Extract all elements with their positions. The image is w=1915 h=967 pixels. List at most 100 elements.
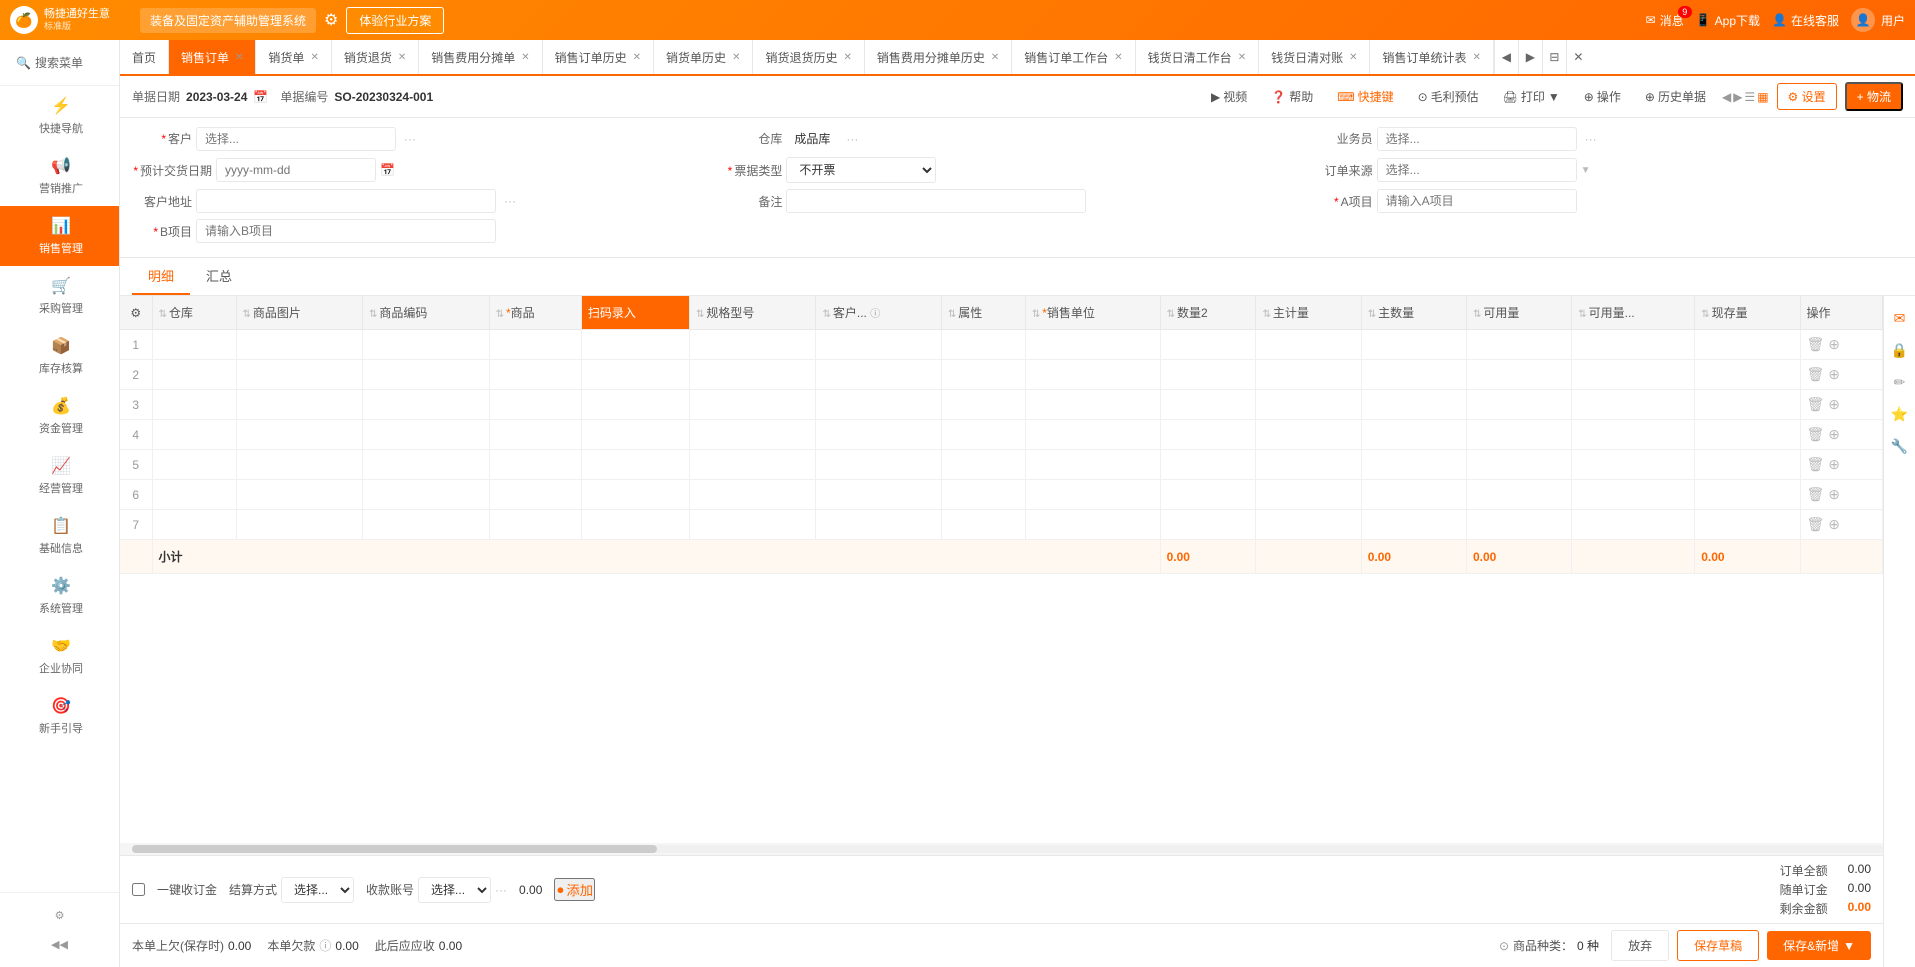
col-warehouse[interactable]: ⇅仓库 bbox=[152, 296, 236, 330]
shortcut-btn[interactable]: ⌨ 快捷键 bbox=[1329, 85, 1401, 108]
user-area[interactable]: 👤 用户 bbox=[1851, 8, 1905, 32]
sidebar-item-marketing[interactable]: 📢 营销推广 bbox=[0, 146, 119, 206]
industry-btn[interactable]: 体验行业方案 bbox=[346, 7, 444, 34]
address-input[interactable] bbox=[196, 189, 496, 213]
save-draft-button[interactable]: 保存草稿 bbox=[1677, 930, 1759, 961]
order-source-input[interactable] bbox=[1377, 158, 1577, 182]
tab-sales-bill[interactable]: 销货单 ✕ bbox=[256, 40, 331, 75]
col-scan[interactable]: 扫码录入 bbox=[581, 296, 689, 330]
horizontal-scrollbar[interactable] bbox=[132, 845, 1883, 853]
sidebar-item-basic[interactable]: 📋 基础信息 bbox=[0, 506, 119, 566]
tab-close-icon[interactable]: ✕ bbox=[991, 52, 999, 63]
payment-method-select[interactable]: 选择... bbox=[281, 877, 354, 903]
tab-close-icon[interactable]: ✕ bbox=[310, 52, 318, 63]
right-panel-tool-btn[interactable]: 🔧 bbox=[1886, 432, 1914, 460]
tab-sales-cost[interactable]: 销售费用分摊单 ✕ bbox=[419, 40, 542, 75]
tab-return-history[interactable]: 销货退货历史 ✕ bbox=[753, 40, 864, 75]
set-button[interactable]: ⚙ 设置 bbox=[1777, 83, 1837, 110]
sidebar-item-operations[interactable]: 📈 经营管理 bbox=[0, 446, 119, 506]
tab-close-icon[interactable]: ✕ bbox=[1238, 52, 1246, 63]
grid-view-icon[interactable]: ▦ bbox=[1757, 90, 1768, 104]
a-project-input[interactable] bbox=[1377, 189, 1577, 213]
delete-icon[interactable]: 🗑 bbox=[1807, 426, 1825, 443]
copy-row-icon[interactable]: ⊕ bbox=[1828, 486, 1840, 503]
col-customer-code[interactable]: ⇅客户... ⓘ bbox=[816, 296, 941, 330]
delete-icon[interactable]: 🗑 bbox=[1807, 396, 1825, 413]
sidebar-item-quick-nav[interactable]: ⚡ 快捷导航 bbox=[0, 86, 119, 146]
copy-row-icon[interactable]: ⊕ bbox=[1828, 336, 1840, 353]
print-btn[interactable]: 🖨 打印 ▼ bbox=[1495, 85, 1568, 108]
col-spec[interactable]: ⇅规格型号 bbox=[689, 296, 816, 330]
customer-dots-icon[interactable]: ··· bbox=[400, 132, 420, 146]
copy-row-icon[interactable]: ⊕ bbox=[1828, 516, 1840, 533]
search-menu-btn[interactable]: 🔍 搜索菜单 bbox=[8, 48, 111, 77]
system-title[interactable]: 装备及固定资产辅助管理系统 bbox=[140, 8, 316, 33]
info-icon[interactable]: ⓘ bbox=[319, 937, 331, 954]
sidebar-item-collab[interactable]: 🤝 企业协同 bbox=[0, 626, 119, 686]
col-qty2[interactable]: ⇅数量2 bbox=[1160, 296, 1256, 330]
one-click-checkbox[interactable] bbox=[132, 883, 145, 896]
delete-icon[interactable]: 🗑 bbox=[1807, 366, 1825, 383]
order-source-chevron-icon[interactable]: ▼ bbox=[1581, 165, 1591, 176]
tab-more-btn[interactable]: ⊟ bbox=[1542, 40, 1566, 75]
tab-close-icon[interactable]: ✕ bbox=[398, 52, 406, 63]
list-view-icon[interactable]: ☰ bbox=[1744, 90, 1755, 104]
gear-icon[interactable]: ⚙ bbox=[324, 10, 338, 30]
online-service-btn[interactable]: 👤 在线客服 bbox=[1772, 12, 1839, 29]
delivery-date-input[interactable] bbox=[216, 158, 376, 182]
prev-record-icon[interactable]: ◀ bbox=[1722, 90, 1731, 104]
add-logistics-button[interactable]: + 物流 bbox=[1845, 82, 1903, 111]
history-btn[interactable]: ⊕ 历史单据 bbox=[1637, 85, 1714, 108]
sidebar-settings-btn[interactable]: ⚙ bbox=[0, 901, 119, 930]
next-record-icon[interactable]: ▶ bbox=[1733, 90, 1742, 104]
help-btn[interactable]: ❓ 帮助 bbox=[1263, 85, 1321, 108]
delete-icon[interactable]: 🗑 bbox=[1807, 486, 1825, 503]
tab-order-stats[interactable]: 销售订单统计表 ✕ bbox=[1370, 40, 1493, 75]
tab-summary[interactable]: 汇总 bbox=[190, 258, 248, 295]
tab-close-icon[interactable]: ✕ bbox=[1473, 52, 1481, 63]
tab-close-all-btn[interactable]: ✕ bbox=[1566, 40, 1590, 75]
col-unit[interactable]: ⇅*销售单位 bbox=[1025, 296, 1160, 330]
account-dots-icon[interactable]: ··· bbox=[495, 883, 507, 897]
tab-close-icon[interactable]: ✕ bbox=[521, 52, 529, 63]
col-available[interactable]: ⇅可用量 bbox=[1466, 296, 1571, 330]
tab-close-icon[interactable]: ✕ bbox=[633, 52, 641, 63]
right-panel-messages-btn[interactable]: ✉ bbox=[1886, 304, 1914, 332]
copy-row-icon[interactable]: ⊕ bbox=[1828, 426, 1840, 443]
calendar-icon[interactable]: 📅 bbox=[253, 90, 268, 104]
tab-close-icon[interactable]: ✕ bbox=[843, 52, 851, 63]
forecast-btn[interactable]: ⊙ 毛利预估 bbox=[1410, 85, 1487, 108]
sidebar-item-system[interactable]: ⚙️ 系统管理 bbox=[0, 566, 119, 626]
tab-sales-order[interactable]: 销售订单 ✕ bbox=[169, 40, 256, 75]
tab-detail[interactable]: 明细 bbox=[132, 258, 190, 295]
col-main-qty[interactable]: ⇅主数量 bbox=[1361, 296, 1466, 330]
col-stock[interactable]: ⇅现存量 bbox=[1695, 296, 1800, 330]
sidebar-collapse-btn[interactable]: ◀◀ bbox=[0, 930, 119, 959]
salesperson-input[interactable] bbox=[1377, 127, 1577, 151]
right-panel-lock-btn[interactable]: 🔒 bbox=[1886, 336, 1914, 364]
remark-input[interactable] bbox=[786, 189, 1086, 213]
col-attributes[interactable]: ⇅属性 bbox=[941, 296, 1025, 330]
tab-sales-return[interactable]: 销货退货 ✕ bbox=[332, 40, 419, 75]
delete-icon[interactable]: 🗑 bbox=[1807, 516, 1825, 533]
copy-row-icon[interactable]: ⊕ bbox=[1828, 366, 1840, 383]
warehouse-dots-icon[interactable]: ··· bbox=[842, 132, 862, 146]
view-btn[interactable]: ▶ 视频 bbox=[1203, 85, 1255, 108]
col-product[interactable]: ⇅*商品 bbox=[489, 296, 581, 330]
copy-row-icon[interactable]: ⊕ bbox=[1828, 456, 1840, 473]
calendar-icon[interactable]: 📅 bbox=[380, 163, 395, 177]
sidebar-item-sales[interactable]: 📊 销售管理 bbox=[0, 206, 119, 266]
tab-home[interactable]: 首页 bbox=[120, 40, 169, 75]
sidebar-item-purchase[interactable]: 🛒 采购管理 bbox=[0, 266, 119, 326]
ticket-type-select[interactable]: 不开票 增值税普通发票 增值税专用发票 bbox=[786, 157, 936, 183]
right-panel-star-btn[interactable]: ⭐ bbox=[1886, 400, 1914, 428]
salesperson-dots-icon[interactable]: ··· bbox=[1581, 132, 1601, 146]
tab-order-workbench[interactable]: 销售订单工作台 ✕ bbox=[1012, 40, 1135, 75]
discard-button[interactable]: 放弃 bbox=[1611, 930, 1669, 961]
tab-close-icon[interactable]: ✕ bbox=[1114, 52, 1122, 63]
tab-sales-history[interactable]: 销售订单历史 ✕ bbox=[543, 40, 654, 75]
b-project-input[interactable] bbox=[196, 219, 496, 243]
sidebar-item-inventory[interactable]: 📦 库存核算 bbox=[0, 326, 119, 386]
delete-icon[interactable]: 🗑 bbox=[1807, 336, 1825, 353]
right-panel-edit-btn[interactable]: ✏ bbox=[1886, 368, 1914, 396]
